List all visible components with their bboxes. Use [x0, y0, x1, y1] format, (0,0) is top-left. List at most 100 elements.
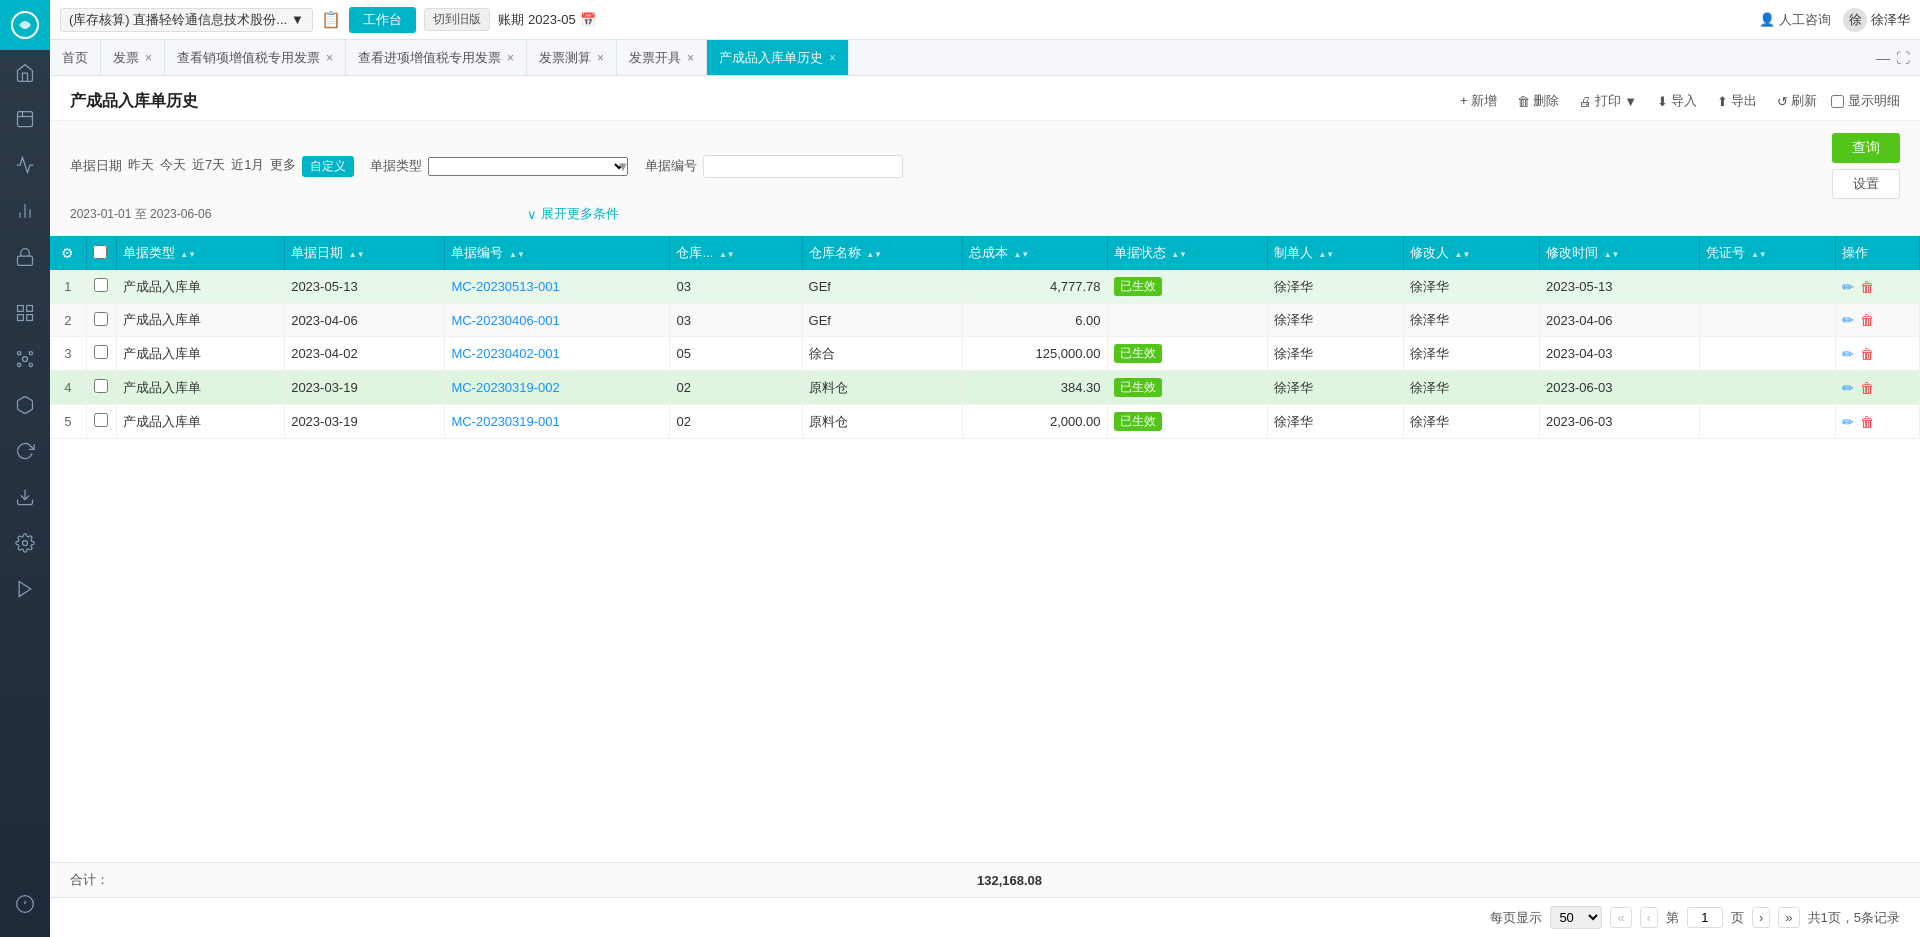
sort-type-icon[interactable]: ▲▼ — [180, 251, 196, 259]
maximize-button[interactable]: ⛶ — [1896, 50, 1910, 66]
show-detail-checkbox-label[interactable]: 显示明细 — [1831, 92, 1900, 110]
shortcut-today[interactable]: 今天 — [160, 156, 186, 177]
last-page-button[interactable]: » — [1778, 907, 1799, 928]
delete-row-button[interactable]: 🗑 — [1860, 279, 1874, 295]
sidebar-item-analytics[interactable] — [0, 142, 50, 188]
sort-voucher-icon[interactable]: ▲▼ — [1751, 251, 1767, 259]
row-number: 5 — [50, 405, 86, 439]
export-button[interactable]: ⬆ 导出 — [1711, 90, 1763, 112]
sort-status-icon[interactable]: ▲▼ — [1171, 251, 1187, 259]
sidebar-item-settings[interactable] — [0, 520, 50, 566]
sidebar-item-box[interactable] — [0, 382, 50, 428]
column-settings-icon[interactable]: ⚙ — [61, 245, 74, 261]
shortcut-7days[interactable]: 近7天 — [192, 156, 225, 177]
sort-mtime-icon[interactable]: ▲▼ — [1604, 251, 1620, 259]
workbench-button[interactable]: 工作台 — [349, 7, 416, 33]
new-button[interactable]: + 新增 — [1454, 90, 1503, 112]
edit-row-button[interactable]: ✏ — [1842, 346, 1854, 362]
sidebar-item-document[interactable] — [0, 96, 50, 142]
tab-calc[interactable]: 发票测算 × — [527, 40, 617, 76]
tab-calc-close[interactable]: × — [597, 51, 604, 65]
tab-home[interactable]: 首页 — [50, 40, 101, 76]
tab-open-close[interactable]: × — [687, 51, 694, 65]
calendar-icon[interactable]: 📅 — [580, 12, 596, 27]
sort-cost-icon[interactable]: ▲▼ — [1013, 251, 1029, 259]
company-selector[interactable]: (库存核算) 直播轻铃通信息技术股份... ▼ — [60, 8, 313, 32]
shortcut-more[interactable]: 更多 — [270, 156, 296, 177]
tab-input-vat-close[interactable]: × — [507, 51, 514, 65]
sidebar-item-lock[interactable] — [0, 234, 50, 280]
sort-modifier-icon[interactable]: ▲▼ — [1455, 251, 1471, 259]
sort-creator-icon[interactable]: ▲▼ — [1318, 251, 1334, 259]
row-checkbox[interactable] — [94, 413, 108, 427]
page-number-input[interactable] — [1687, 907, 1723, 928]
filter-action-area: 查询 设置 — [1832, 133, 1900, 199]
user-menu[interactable]: 徐 徐泽华 — [1843, 8, 1910, 32]
expand-conditions-button[interactable]: ∨ 展开更多条件 — [527, 205, 619, 223]
edit-row-button[interactable]: ✏ — [1842, 279, 1854, 295]
doc-number-link[interactable]: MC-20230402-001 — [451, 346, 559, 361]
delete-row-button[interactable]: 🗑 — [1860, 312, 1874, 328]
tab-sales-vat[interactable]: 查看销项增值税专用发票 × — [165, 40, 346, 76]
query-button[interactable]: 查询 — [1832, 133, 1900, 163]
select-all-checkbox[interactable] — [93, 245, 107, 259]
filter-type-select[interactable] — [428, 157, 628, 176]
tab-sales-vat-label: 查看销项增值税专用发票 — [177, 49, 320, 67]
edit-row-button[interactable]: ✏ — [1842, 380, 1854, 396]
switch-old-btn[interactable]: 切到旧版 — [424, 8, 490, 31]
prev-page-button[interactable]: ‹ — [1640, 907, 1658, 928]
tab-history[interactable]: 产成品入库单历史 × — [707, 40, 849, 76]
doc-number-link[interactable]: MC-20230513-001 — [451, 279, 559, 294]
tab-open[interactable]: 发票开具 × — [617, 40, 707, 76]
minimize-button[interactable]: — — [1876, 50, 1890, 66]
filter-number-input[interactable] — [703, 155, 903, 178]
sort-wcode-icon[interactable]: ▲▼ — [719, 251, 735, 259]
row-type: 产成品入库单 — [116, 337, 285, 371]
first-page-button[interactable]: « — [1610, 907, 1631, 928]
delete-row-button[interactable]: 🗑 — [1860, 380, 1874, 396]
sidebar-item-grid[interactable] — [0, 336, 50, 382]
help-button[interactable]: 👤 人工咨询 — [1759, 11, 1831, 29]
shortcut-1month[interactable]: 近1月 — [231, 156, 264, 177]
refresh-button[interactable]: ↺ 刷新 — [1771, 90, 1823, 112]
row-warehouse-code: 02 — [670, 405, 802, 439]
row-checkbox[interactable] — [94, 312, 108, 326]
tab-invoice-label: 发票 — [113, 49, 139, 67]
sidebar-item-refresh[interactable] — [0, 428, 50, 474]
sort-date-icon[interactable]: ▲▼ — [349, 251, 365, 259]
sidebar-item-home[interactable] — [0, 50, 50, 96]
shortcut-yesterday[interactable]: 昨天 — [128, 156, 154, 177]
sidebar-item-download[interactable] — [0, 474, 50, 520]
doc-number-link[interactable]: MC-20230319-002 — [451, 380, 559, 395]
custom-date-button[interactable]: 自定义 — [302, 156, 354, 177]
delete-row-button[interactable]: 🗑 — [1860, 346, 1874, 362]
sort-wname-icon[interactable]: ▲▼ — [866, 251, 882, 259]
sort-number-icon[interactable]: ▲▼ — [509, 251, 525, 259]
per-page-select[interactable]: 50 100 200 — [1550, 906, 1602, 929]
doc-number-link[interactable]: MC-20230319-001 — [451, 414, 559, 429]
import-button[interactable]: ⬇ 导入 — [1651, 90, 1703, 112]
print-button[interactable]: 🖨 打印 ▼ — [1573, 90, 1643, 112]
show-detail-checkbox[interactable] — [1831, 95, 1844, 108]
delete-row-button[interactable]: 🗑 — [1860, 414, 1874, 430]
table-body: 1 产成品入库单 2023-05-13 MC-20230513-001 03 G… — [50, 270, 1920, 439]
row-checkbox[interactable] — [94, 379, 108, 393]
edit-row-button[interactable]: ✏ — [1842, 414, 1854, 430]
next-page-button[interactable]: › — [1752, 907, 1770, 928]
setting-button[interactable]: 设置 — [1832, 169, 1900, 199]
sidebar-item-layout[interactable] — [0, 290, 50, 336]
tab-invoice[interactable]: 发票 × — [101, 40, 165, 76]
tab-invoice-close[interactable]: × — [145, 51, 152, 65]
tab-sales-vat-close[interactable]: × — [326, 51, 333, 65]
row-checkbox[interactable] — [94, 278, 108, 292]
tab-history-close[interactable]: × — [829, 51, 836, 65]
doc-number-link[interactable]: MC-20230406-001 — [451, 313, 559, 328]
sidebar-item-chart[interactable] — [0, 188, 50, 234]
edit-row-button[interactable]: ✏ — [1842, 312, 1854, 328]
row-checkbox-cell — [86, 337, 116, 371]
tab-input-vat[interactable]: 查看进项增值税专用发票 × — [346, 40, 527, 76]
sidebar-item-play[interactable] — [0, 566, 50, 612]
delete-button[interactable]: 🗑 删除 — [1511, 90, 1565, 112]
row-checkbox[interactable] — [94, 345, 108, 359]
sidebar-item-version[interactable] — [0, 881, 50, 927]
